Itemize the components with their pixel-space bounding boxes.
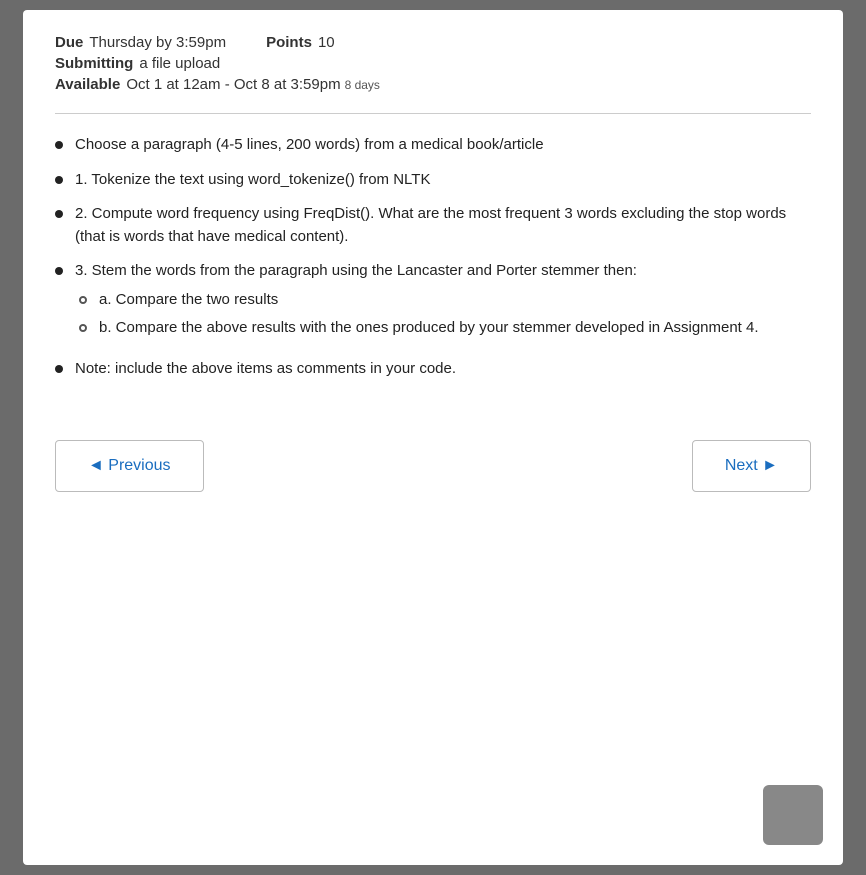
available-badge: 8 days: [345, 78, 380, 92]
bullet-dot-icon: [55, 176, 63, 184]
submitting-value: a file upload: [139, 55, 220, 72]
sub-list-item-text: a. Compare the two results: [99, 289, 811, 312]
bullet-dot-icon: [55, 210, 63, 218]
previous-button[interactable]: ◄ Previous: [55, 440, 204, 492]
bullet-circle-icon: [79, 324, 87, 332]
bullet-circle-icon: [79, 296, 87, 304]
next-button[interactable]: Next ►: [692, 440, 811, 492]
points-value: 10: [318, 34, 335, 51]
sub-list-item: b. Compare the above results with the on…: [79, 317, 811, 340]
list-item: Note: include the above items as comment…: [55, 358, 811, 381]
sub-list-item-text: b. Compare the above results with the on…: [99, 317, 811, 340]
list-item-text: 1. Tokenize the text using word_tokenize…: [75, 169, 811, 192]
due-value: Thursday by 3:59pm: [89, 34, 226, 51]
points-label: Points: [266, 34, 312, 51]
list-item: 1. Tokenize the text using word_tokenize…: [55, 169, 811, 192]
meta-row-submitting: Submitting a file upload: [55, 55, 811, 72]
sub-list: a. Compare the two results b. Compare th…: [79, 289, 811, 340]
meta-row-available: Available Oct 1 at 12am - Oct 8 at 3:59p…: [55, 76, 811, 93]
list-item: 3. Stem the words from the paragraph usi…: [55, 260, 811, 346]
list-item-text: Note: include the above items as comment…: [75, 358, 811, 381]
submitting-label: Submitting: [55, 55, 133, 72]
page-container: Due Thursday by 3:59pm Points 10 Submitt…: [0, 0, 866, 875]
list-item-text: Choose a paragraph (4-5 lines, 200 words…: [75, 134, 811, 157]
scroll-indicator: [763, 785, 823, 845]
meta-row-due: Due Thursday by 3:59pm Points 10: [55, 34, 811, 51]
list-item: 2. Compute word frequency using FreqDist…: [55, 203, 811, 248]
available-value: Oct 1 at 12am - Oct 8 at 3:59pm: [126, 76, 340, 93]
available-label: Available: [55, 76, 120, 93]
instructions-list: Choose a paragraph (4-5 lines, 200 words…: [55, 134, 811, 380]
bullet-dot-icon: [55, 267, 63, 275]
bullet-dot-icon: [55, 141, 63, 149]
list-item: Choose a paragraph (4-5 lines, 200 words…: [55, 134, 811, 157]
nav-section: ◄ Previous Next ►: [55, 430, 811, 492]
bullet-dot-icon: [55, 365, 63, 373]
meta-section: Due Thursday by 3:59pm Points 10 Submitt…: [55, 34, 811, 114]
content-card: Due Thursday by 3:59pm Points 10 Submitt…: [23, 10, 843, 865]
sub-list-item: a. Compare the two results: [79, 289, 811, 312]
list-item-text: 2. Compute word frequency using FreqDist…: [75, 203, 811, 248]
due-label: Due: [55, 34, 83, 51]
list-item-text: 3. Stem the words from the paragraph usi…: [75, 260, 811, 346]
